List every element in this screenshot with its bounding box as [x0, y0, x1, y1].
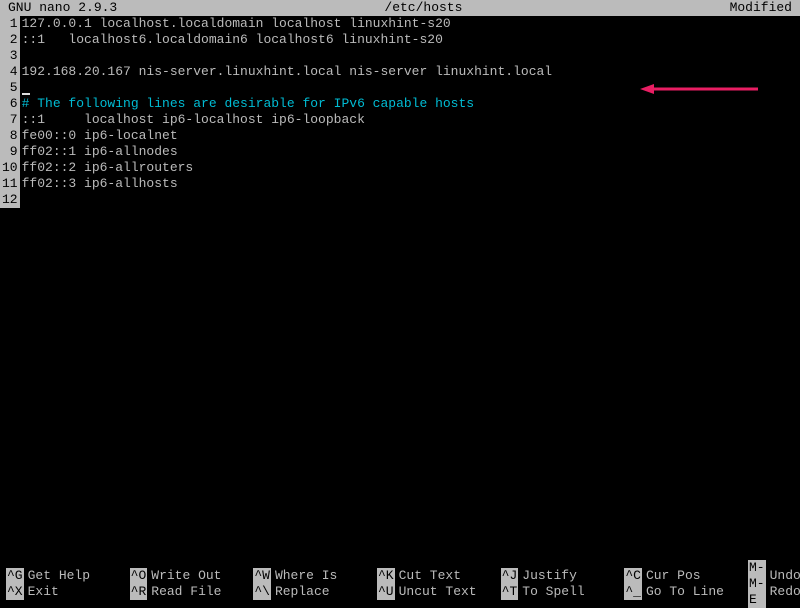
shortcut-label: Exit: [28, 584, 59, 600]
shortcut-item: ^RRead File: [124, 584, 248, 600]
shortcut-label: Go To Line: [646, 584, 724, 600]
line-number: 9: [0, 144, 20, 160]
file-line[interactable]: ff02::1 ip6-allnodes: [22, 144, 800, 160]
shortcut-item: ^_Go To Line: [618, 584, 742, 600]
shortcut-key: ^\: [253, 584, 271, 600]
shortcut-item: ^WWhere Is: [247, 568, 371, 584]
shortcut-key: ^X: [6, 584, 24, 600]
shortcut-label: Justify: [522, 568, 577, 584]
shortcut-key: M-E: [748, 576, 766, 608]
shortcut-key: ^U: [377, 584, 395, 600]
line-number: 1: [0, 16, 20, 32]
shortcut-key: ^J: [501, 568, 519, 584]
line-number: 4: [0, 64, 20, 80]
shortcut-key: ^K: [377, 568, 395, 584]
shortcut-key: ^G: [6, 568, 24, 584]
shortcut-label: Redo: [770, 584, 800, 600]
file-line[interactable]: [22, 192, 800, 208]
shortcut-item: ^CCur Pos: [618, 568, 742, 584]
titlebar: GNU nano 2.9.3 /etc/hosts Modified: [0, 0, 800, 16]
shortcut-item: ^UUncut Text: [371, 584, 495, 600]
line-number: 5: [0, 80, 20, 96]
shortcut-label: Cut Text: [399, 568, 461, 584]
shortcut-item: ^OWrite Out: [124, 568, 248, 584]
shortcut-item: ^XExit: [0, 584, 124, 600]
shortcut-label: Undo: [770, 568, 800, 584]
shortcut-key: ^T: [501, 584, 519, 600]
shortcut-item: ^GGet Help: [0, 568, 124, 584]
file-content[interactable]: 127.0.0.1 localhost.localdomain localhos…: [20, 16, 800, 208]
shortcut-item: ^JJustify: [495, 568, 619, 584]
line-number: 8: [0, 128, 20, 144]
shortcut-label: Cur Pos: [646, 568, 701, 584]
shortcut-label: Read File: [151, 584, 221, 600]
line-number: 3: [0, 48, 20, 64]
modified-status: Modified: [730, 0, 792, 16]
shortcut-key: ^W: [253, 568, 271, 584]
line-number-gutter: 123456789101112: [0, 16, 20, 208]
shortcut-label: Write Out: [151, 568, 221, 584]
file-line[interactable]: fe00::0 ip6-localnet: [22, 128, 800, 144]
shortcut-item: ^KCut Text: [371, 568, 495, 584]
shortcut-key: ^R: [130, 584, 148, 600]
file-line[interactable]: ::1 localhost6.localdomain6 localhost6 l…: [22, 32, 800, 48]
shortcut-item: M-ERedo: [742, 584, 800, 600]
file-line[interactable]: 192.168.20.167 nis-server.linuxhint.loca…: [22, 64, 800, 80]
shortcut-label: Where Is: [275, 568, 337, 584]
file-line[interactable]: # The following lines are desirable for …: [22, 96, 800, 112]
shortcut-bar: ^GGet Help^OWrite Out^WWhere Is^KCut Tex…: [0, 568, 800, 600]
line-number: 7: [0, 112, 20, 128]
shortcut-key: ^O: [130, 568, 148, 584]
file-path: /etc/hosts: [117, 0, 729, 16]
editor-area[interactable]: 123456789101112 127.0.0.1 localhost.loca…: [0, 16, 800, 208]
line-number: 6: [0, 96, 20, 112]
file-line[interactable]: ff02::3 ip6-allhosts: [22, 176, 800, 192]
line-number: 10: [0, 160, 20, 176]
shortcut-label: Uncut Text: [399, 584, 477, 600]
shortcut-label: Replace: [275, 584, 330, 600]
text-cursor: [22, 93, 30, 95]
editor-name: GNU nano 2.9.3: [8, 0, 117, 16]
file-line[interactable]: [22, 48, 800, 64]
shortcut-item: ^\Replace: [247, 584, 371, 600]
shortcut-label: Get Help: [28, 568, 90, 584]
shortcut-item: ^TTo Spell: [495, 584, 619, 600]
line-number: 11: [0, 176, 20, 192]
annotation-arrow-icon: [640, 81, 760, 97]
shortcut-key: ^_: [624, 584, 642, 600]
line-number: 12: [0, 192, 20, 208]
line-number: 2: [0, 32, 20, 48]
file-line[interactable]: ff02::2 ip6-allrouters: [22, 160, 800, 176]
file-line[interactable]: 127.0.0.1 localhost.localdomain localhos…: [22, 16, 800, 32]
file-line[interactable]: ::1 localhost ip6-localhost ip6-loopback: [22, 112, 800, 128]
shortcut-label: To Spell: [522, 584, 584, 600]
shortcut-key: ^C: [624, 568, 642, 584]
